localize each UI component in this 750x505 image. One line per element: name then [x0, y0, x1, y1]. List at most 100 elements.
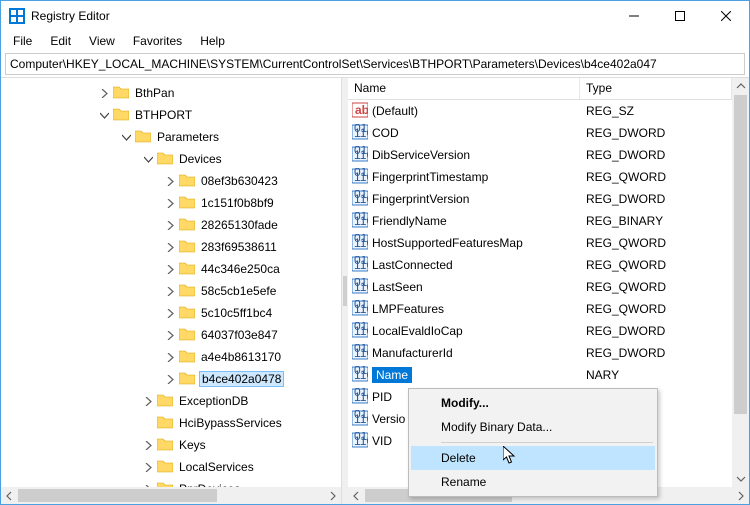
list-row[interactable]: FriendlyNameREG_BINARY [348, 210, 732, 232]
tree-item-label: 44c346e250ca [199, 261, 282, 277]
value-name: FingerprintVersion [372, 192, 469, 206]
tree-item[interactable]: 283f69538611 [1, 236, 341, 258]
menu-edit[interactable]: Edit [42, 32, 79, 50]
chevron-right-icon[interactable] [163, 328, 177, 342]
values-pane: Name Type (Default)REG_SZCODREG_DWORDDib… [348, 78, 749, 504]
value-name: (Default) [372, 104, 418, 118]
tree-item-label: ExceptionDB [177, 393, 250, 409]
value-type: REG_QWORD [580, 258, 732, 272]
tree-item-label: 28265130fade [199, 217, 280, 233]
menu-view[interactable]: View [81, 32, 123, 50]
list-row[interactable]: ManufacturerIdREG_DWORD [348, 342, 732, 364]
folder-icon [157, 151, 177, 168]
value-type: REG_QWORD [580, 170, 732, 184]
scroll-down-button[interactable] [732, 470, 749, 487]
binary-value-icon [352, 410, 372, 429]
list-row[interactable]: DibServiceVersion REG_DWORD [348, 144, 732, 166]
list-row[interactable]: HostSupportedFeaturesMapREG_QWORD [348, 232, 732, 254]
chevron-right-icon[interactable] [163, 218, 177, 232]
menu-help[interactable]: Help [192, 32, 233, 50]
tree-item[interactable]: BthPan [1, 82, 341, 104]
tree-item[interactable]: 58c5cb1e5efe [1, 280, 341, 302]
list-row[interactable]: FingerprintVersionREG_DWORD [348, 188, 732, 210]
list-row[interactable]: FingerprintTimestampREG_QWORD [348, 166, 732, 188]
col-header-type[interactable]: Type [580, 78, 732, 99]
cm-modify[interactable]: Modify... [411, 391, 655, 415]
scroll-left-button[interactable] [348, 487, 365, 504]
tree-item[interactable]: 1c151f0b8bf9 [1, 192, 341, 214]
tree-item[interactable]: Devices [1, 148, 341, 170]
cm-separator [441, 442, 653, 443]
chevron-down-icon[interactable] [119, 130, 133, 144]
value-type: REG_QWORD [580, 280, 732, 294]
list-row[interactable]: NameNARY [348, 364, 732, 386]
chevron-down-icon[interactable] [141, 152, 155, 166]
tree-item[interactable]: Parameters [1, 126, 341, 148]
value-name: HostSupportedFeaturesMap [372, 236, 523, 250]
folder-icon [179, 349, 199, 366]
binary-value-icon [352, 366, 372, 385]
chevron-down-icon[interactable] [97, 108, 111, 122]
minimize-button[interactable] [611, 1, 657, 31]
address-bar[interactable]: Computer\HKEY_LOCAL_MACHINE\SYSTEM\Curre… [5, 53, 745, 75]
value-type: REG_DWORD [580, 148, 732, 162]
chevron-right-icon[interactable] [163, 196, 177, 210]
folder-icon [179, 239, 199, 256]
binary-value-icon [352, 344, 372, 363]
maximize-button[interactable] [657, 1, 703, 31]
tree-item-label: b4ce402a0478 [199, 371, 284, 387]
tree-item[interactable]: a4e4b8613170 [1, 346, 341, 368]
chevron-right-icon[interactable] [163, 350, 177, 364]
tree-item[interactable]: PnrDevices [1, 478, 341, 487]
list-row[interactable]: CODREG_DWORD [348, 122, 732, 144]
tree-item[interactable]: 08ef3b630423 [1, 170, 341, 192]
menu-favorites[interactable]: Favorites [125, 32, 190, 50]
chevron-right-icon[interactable] [163, 174, 177, 188]
chevron-right-icon[interactable] [141, 394, 155, 408]
value-name: LastSeen [372, 280, 423, 294]
cm-delete[interactable]: Delete [411, 446, 655, 470]
tree-item[interactable]: 5c10c5ff1bc4 [1, 302, 341, 324]
list-row[interactable]: LastSeen REG_QWORD [348, 276, 732, 298]
tree-item[interactable]: HciBypassServices [1, 412, 341, 434]
chevron-right-icon[interactable] [141, 438, 155, 452]
col-header-name[interactable]: Name [348, 78, 580, 99]
scroll-up-button[interactable] [732, 78, 749, 95]
tree-item-label: BthPan [133, 85, 176, 101]
chevron-right-icon[interactable] [163, 284, 177, 298]
tree-item[interactable]: ExceptionDB [1, 390, 341, 412]
chevron-right-icon[interactable] [97, 86, 111, 100]
list-row[interactable]: LastConnectedREG_QWORD [348, 254, 732, 276]
chevron-right-icon[interactable] [141, 460, 155, 474]
tree-item[interactable]: Keys [1, 434, 341, 456]
chevron-right-icon[interactable] [163, 262, 177, 276]
scroll-left-button[interactable] [1, 487, 18, 504]
tree-item[interactable]: b4ce402a0478 [1, 368, 341, 390]
chevron-right-icon[interactable] [163, 240, 177, 254]
scroll-right-button[interactable] [732, 487, 749, 504]
folder-icon [179, 283, 199, 300]
value-name: DibServiceVersion [372, 148, 470, 162]
list-row[interactable]: LMPFeaturesREG_QWORD [348, 298, 732, 320]
tree-item-label: 08ef3b630423 [199, 173, 280, 189]
value-name: FriendlyName [372, 214, 447, 228]
chevron-right-icon[interactable] [163, 306, 177, 320]
scroll-right-button[interactable] [324, 487, 341, 504]
tree-item[interactable]: BTHPORT [1, 104, 341, 126]
menu-file[interactable]: File [5, 32, 40, 50]
folder-icon [179, 261, 199, 278]
cm-rename[interactable]: Rename [411, 470, 655, 494]
list-scrollbar-v[interactable] [732, 78, 749, 487]
tree-item-label: Devices [177, 151, 224, 167]
list-row[interactable]: LocalEvaldIoCapREG_DWORD [348, 320, 732, 342]
close-button[interactable] [703, 1, 749, 31]
tree-item[interactable]: 64037f03e847 [1, 324, 341, 346]
tree-scrollbar-h[interactable] [1, 487, 341, 504]
cm-modify-binary[interactable]: Modify Binary Data... [411, 415, 655, 439]
tree-item[interactable]: 44c346e250ca [1, 258, 341, 280]
folder-icon [179, 327, 199, 344]
tree-item[interactable]: 28265130fade [1, 214, 341, 236]
list-row[interactable]: (Default)REG_SZ [348, 100, 732, 122]
tree-item[interactable]: LocalServices [1, 456, 341, 478]
chevron-right-icon[interactable] [163, 372, 177, 386]
